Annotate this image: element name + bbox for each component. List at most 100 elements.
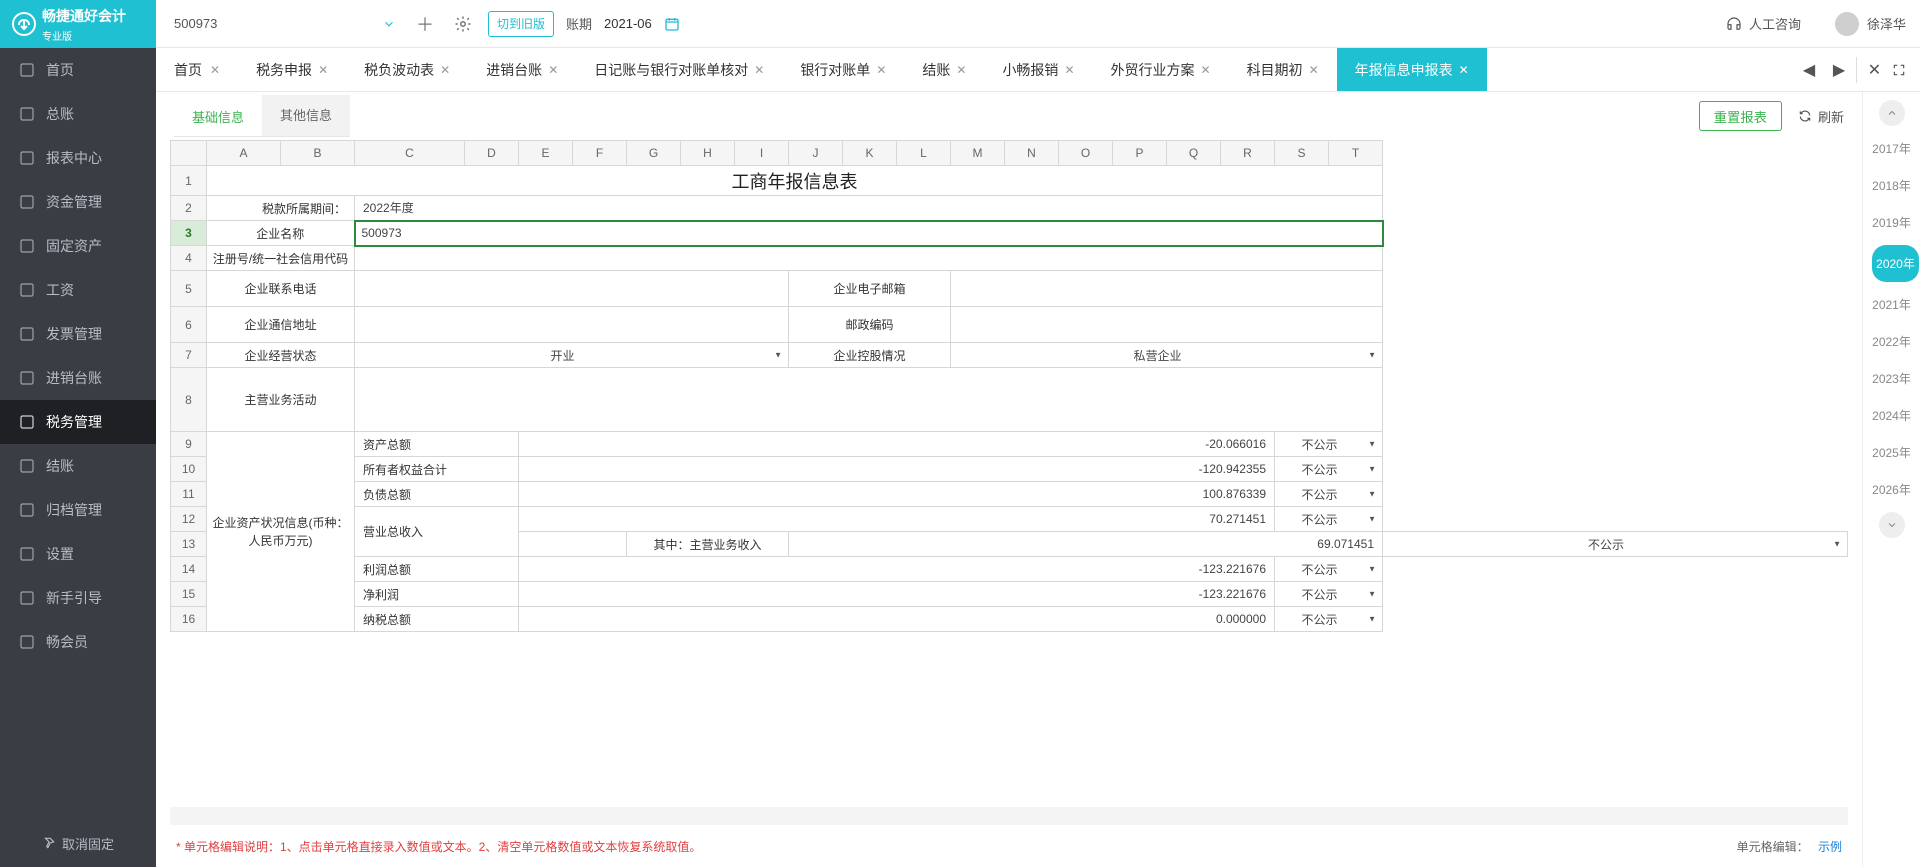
col-header[interactable]: H [681,141,735,166]
col-header[interactable]: M [951,141,1005,166]
main-biz-cell[interactable] [355,368,1383,432]
nav-purchase[interactable]: 进销台账 [0,356,156,400]
col-header[interactable]: S [1275,141,1329,166]
nav-closing[interactable]: 结账 [0,444,156,488]
publish-select[interactable]: 不公示 [1383,532,1848,557]
unified-code-cell[interactable] [355,246,1383,271]
tab-close[interactable]: ✕ [876,63,886,77]
col-header[interactable]: K [843,141,897,166]
value-cell[interactable]: 0.000000 [519,607,1275,632]
publish-select[interactable]: 不公示 [1275,507,1383,532]
nav-salary[interactable]: 工资 [0,268,156,312]
col-header[interactable]: Q [1167,141,1221,166]
nav-invoice[interactable]: 发票管理 [0,312,156,356]
publish-select[interactable]: 不公示 [1275,557,1383,582]
tab-close[interactable]: ✕ [1201,63,1211,77]
col-header[interactable]: N [1005,141,1059,166]
tab-scroll-right[interactable]: ▶ [1826,57,1852,83]
fullscreen-button[interactable] [1886,57,1912,83]
col-header[interactable]: R [1221,141,1275,166]
year-2020年[interactable]: 2020年 [1872,245,1919,282]
spreadsheet[interactable]: ABCDEFGHIJKLMNOPQRST1工商年报信息表2税款所属期间：2022… [170,140,1848,805]
nav-ledger[interactable]: 总账 [0,92,156,136]
year-2017年[interactable]: 2017年 [1868,130,1915,167]
col-header[interactable]: O [1059,141,1113,166]
tab-3[interactable]: 进销台账✕ [468,48,576,91]
subtab-basic[interactable]: 基础信息 [174,95,262,136]
tab-close-all[interactable]: ✕ [1856,57,1882,83]
nav-home[interactable]: 首页 [0,48,156,92]
col-header[interactable]: L [897,141,951,166]
publish-select[interactable]: 不公示 [1275,607,1383,632]
value-cell[interactable]: -120.942355 [519,457,1275,482]
tab-close[interactable]: ✕ [210,63,220,77]
value-cell[interactable]: 70.271451 [519,507,1275,532]
nav-member[interactable]: 畅会员 [0,620,156,664]
tab-4[interactable]: 日记账与银行对账单核对✕ [576,48,782,91]
value-cell[interactable]: -20.066016 [519,432,1275,457]
year-up[interactable] [1879,100,1905,126]
tab-scroll-left[interactable]: ◀ [1796,57,1822,83]
col-header[interactable]: P [1113,141,1167,166]
footer-tip-link[interactable]: 示例 [1818,840,1842,854]
tab-9[interactable]: 科目期初✕ [1229,48,1337,91]
year-2019年[interactable]: 2019年 [1868,204,1915,241]
col-header[interactable] [171,141,207,166]
year-2026年[interactable]: 2026年 [1868,471,1915,508]
col-header[interactable]: I [735,141,789,166]
company-name-cell[interactable]: 500973 [355,221,1383,246]
col-header[interactable]: E [519,141,573,166]
tab-close[interactable]: ✕ [440,63,450,77]
calendar-icon[interactable] [664,16,680,32]
tab-5[interactable]: 银行对账单✕ [782,48,904,91]
tab-close[interactable]: ✕ [318,63,328,77]
tab-0[interactable]: 首页✕ [156,48,238,91]
nav-settings[interactable]: 设置 [0,532,156,576]
nav-archive[interactable]: 归档管理 [0,488,156,532]
nav-guide[interactable]: 新手引导 [0,576,156,620]
nav-fund[interactable]: 资金管理 [0,180,156,224]
nav-report[interactable]: 报表中心 [0,136,156,180]
year-2018年[interactable]: 2018年 [1868,167,1915,204]
switch-old-version[interactable]: 切到旧版 [488,11,554,37]
value-cell[interactable]: -123.221676 [519,582,1275,607]
col-header[interactable]: F [573,141,627,166]
tab-close[interactable]: ✕ [754,63,764,77]
tab-1[interactable]: 税务申报✕ [238,48,346,91]
refresh-button[interactable]: 刷新 [1798,107,1844,126]
tab-close[interactable]: ✕ [956,63,966,77]
year-2023年[interactable]: 2023年 [1868,360,1915,397]
publish-select[interactable]: 不公示 [1275,582,1383,607]
col-header[interactable]: J [789,141,843,166]
tab-7[interactable]: 小畅报销✕ [984,48,1092,91]
col-header[interactable]: C [355,141,465,166]
col-header[interactable]: G [627,141,681,166]
reset-report-button[interactable]: 重置报表 [1699,101,1782,131]
account-select[interactable]: 500973 [170,9,400,39]
year-2024年[interactable]: 2024年 [1868,397,1915,434]
tab-close[interactable]: ✕ [548,63,558,77]
row-header[interactable]: 1 [171,166,207,196]
year-2022年[interactable]: 2022年 [1868,323,1915,360]
consult-button[interactable]: 人工咨询 [1725,14,1801,33]
col-header[interactable]: T [1329,141,1383,166]
publish-select[interactable]: 不公示 [1275,457,1383,482]
tab-10[interactable]: 年报信息申报表✕ [1337,48,1487,91]
grid-hscroll[interactable] [170,807,1848,825]
tab-close[interactable]: ✕ [1459,63,1469,77]
value-cell[interactable]: 69.071451 [789,532,1383,557]
tab-2[interactable]: 税负波动表✕ [346,48,468,91]
user-menu[interactable]: 徐泽华 [1835,12,1906,36]
unpin-button[interactable]: 取消固定 [0,819,156,867]
postcode-cell[interactable] [951,307,1383,343]
nav-asset[interactable]: 固定资产 [0,224,156,268]
year-2025年[interactable]: 2025年 [1868,434,1915,471]
value-cell[interactable]: 100.876339 [519,482,1275,507]
period-value[interactable]: 2021-06 [604,16,652,31]
status-select[interactable]: 开业 [355,343,789,368]
year-down[interactable] [1879,512,1905,538]
email-cell[interactable] [951,271,1383,307]
tab-6[interactable]: 结账✕ [904,48,984,91]
subtab-other[interactable]: 其他信息 [262,95,350,136]
col-header[interactable]: D [465,141,519,166]
